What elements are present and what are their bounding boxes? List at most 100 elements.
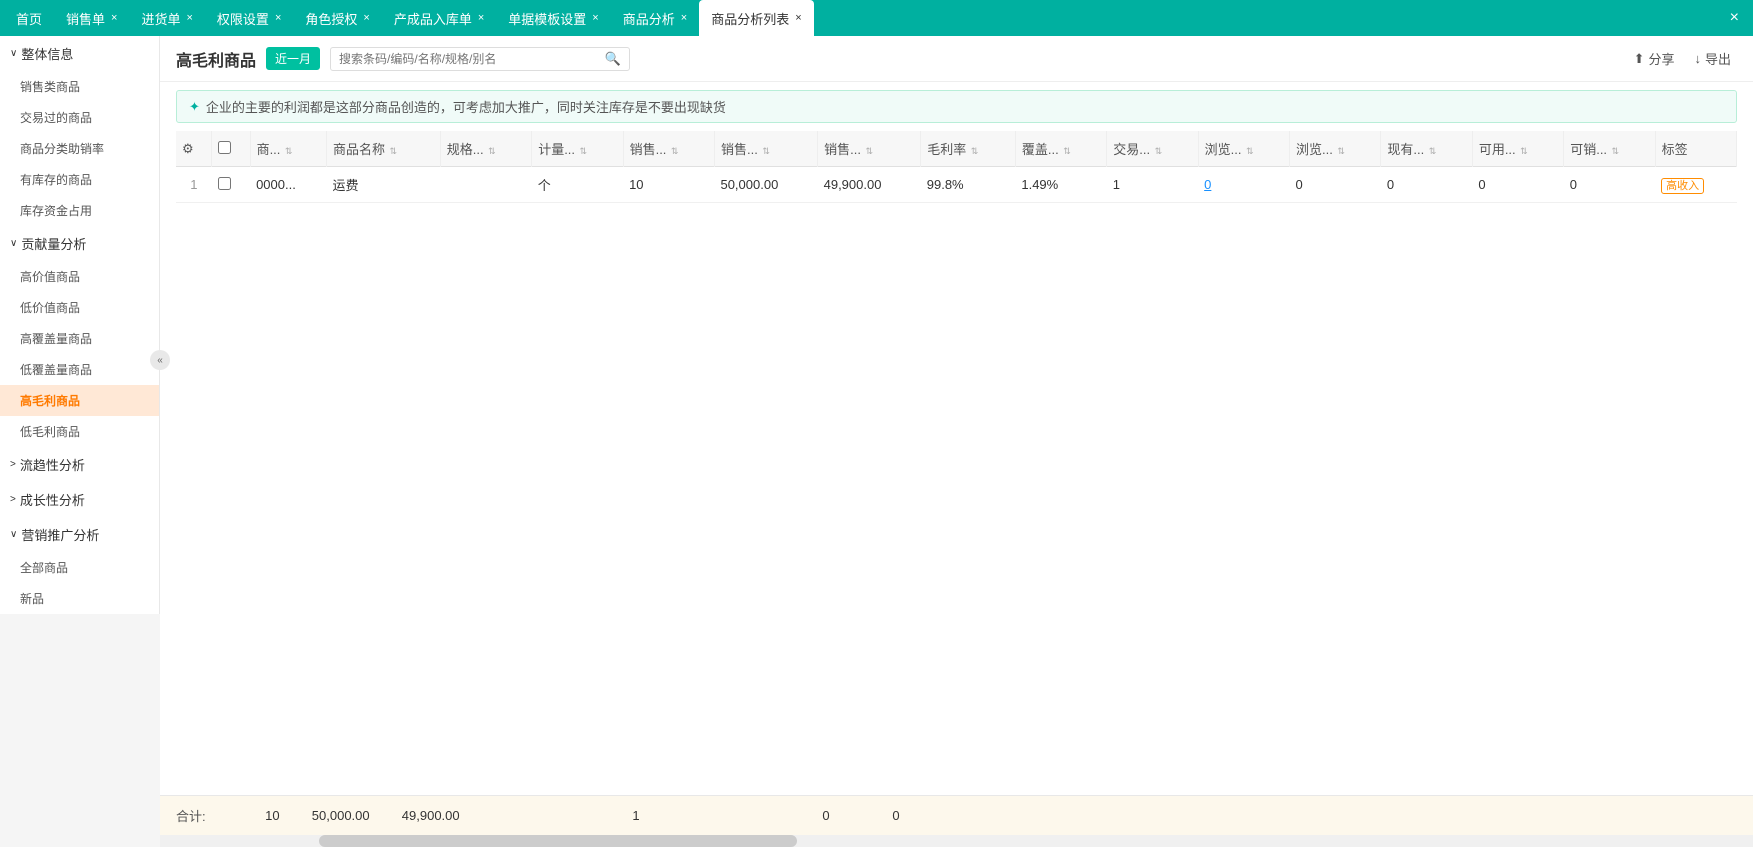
- footer-cell: 49,900.00: [376, 808, 466, 823]
- close-all-button[interactable]: ×: [1720, 9, 1749, 27]
- export-button[interactable]: ↓ 导出: [1688, 46, 1737, 71]
- select-all-checkbox[interactable]: [218, 141, 231, 154]
- sort-icon-spec: ⇅: [486, 146, 496, 156]
- search-box: 🔍: [330, 47, 630, 71]
- sidebar-item-全部商品[interactable]: 全部商品: [0, 552, 159, 583]
- nav-close-icon[interactable]: ×: [363, 12, 369, 24]
- sidebar-item-低价值商品[interactable]: 低价值商品: [0, 292, 159, 323]
- sidebar-section-arrow: >: [10, 459, 16, 470]
- footer-scrollbar[interactable]: [160, 835, 1753, 847]
- nav-item-角色授权[interactable]: 角色授权×: [293, 0, 381, 36]
- content-area: 高毛利商品 近一月 🔍 ⬆ 分享 ↓ 导出 ✦ 企业的主要的利润都是这部分商品创…: [160, 36, 1753, 847]
- main-layout: ∨整体信息销售类商品交易过的商品商品分类助销率有库存的商品库存资金占用∨贡献量分…: [0, 36, 1753, 847]
- col-header-checkbox: [212, 131, 250, 167]
- footer-cell: 10: [226, 808, 286, 823]
- nav-item-销售单[interactable]: 销售单×: [54, 0, 129, 36]
- sort-icon-salesAmount: ⇅: [760, 146, 770, 156]
- sidebar-section-整体信息[interactable]: ∨整体信息: [0, 36, 159, 71]
- nav-item-商品分析列表[interactable]: 商品分析列表×: [699, 0, 813, 36]
- nav-item-产成品入库单[interactable]: 产成品入库单×: [382, 0, 496, 36]
- nav-close-icon[interactable]: ×: [275, 12, 281, 24]
- footer-cell: [526, 808, 586, 823]
- table-container[interactable]: ⚙商... ⇅商品名称 ⇅规格... ⇅计量... ⇅销售... ⇅销售... …: [160, 131, 1753, 795]
- browse-link[interactable]: 0: [1204, 177, 1211, 192]
- nav-close-icon[interactable]: ×: [478, 12, 484, 24]
- sort-icon-saleStock: ⇅: [1609, 146, 1619, 156]
- col-header-salesCost[interactable]: 销售... ⇅: [818, 131, 921, 167]
- col-header-name[interactable]: 商品名称 ⇅: [327, 131, 441, 167]
- sort-icon-availStock: ⇅: [1518, 146, 1528, 156]
- nav-item-进货单[interactable]: 进货单×: [129, 0, 204, 36]
- nav-close-icon[interactable]: ×: [111, 12, 117, 24]
- nav-item-商品分析[interactable]: 商品分析×: [611, 0, 699, 36]
- sort-icon-coverage: ⇅: [1061, 146, 1071, 156]
- nav-item-首页[interactable]: 首页: [4, 0, 54, 36]
- nav-close-icon[interactable]: ×: [681, 12, 687, 24]
- cell-name: 运费: [327, 167, 441, 203]
- sort-icon-browse1: ⇅: [1243, 146, 1253, 156]
- cell-num: 1: [176, 167, 212, 203]
- cell-checkbox: [212, 167, 250, 203]
- sidebar-item-商品分类助销率[interactable]: 商品分类助销率: [0, 133, 159, 164]
- share-button[interactable]: ⬆ 分享: [1628, 46, 1681, 71]
- nav-close-icon[interactable]: ×: [592, 12, 598, 24]
- sidebar-collapse-button[interactable]: «: [150, 350, 170, 370]
- sidebar-item-低覆盖量商品[interactable]: 低覆盖量商品: [0, 354, 159, 385]
- sidebar-section-成长性分析[interactable]: >成长性分析: [0, 482, 159, 517]
- cell-salesCost: 49,900.00: [818, 167, 921, 203]
- footer-label: 合计:: [176, 806, 206, 825]
- cell-code: 0000...: [250, 167, 326, 203]
- sort-icon-salesCost: ⇅: [863, 146, 873, 156]
- search-input[interactable]: [339, 52, 605, 66]
- sidebar-section-贡献量分析[interactable]: ∨贡献量分析: [0, 226, 159, 261]
- nav-close-icon[interactable]: ×: [186, 12, 192, 24]
- footer-total: 合计: 1050,000.0049,900.00100: [160, 795, 1753, 835]
- footer-cell: 0: [836, 808, 906, 823]
- share-label: 分享: [1648, 49, 1674, 68]
- sidebar-item-高毛利商品[interactable]: 高毛利商品: [0, 385, 159, 416]
- sidebar-item-交易过的商品[interactable]: 交易过的商品: [0, 102, 159, 133]
- sidebar-section-arrow: ∨: [10, 48, 17, 59]
- sidebar-section-流趋性分析[interactable]: >流趋性分析: [0, 447, 159, 482]
- export-label: 导出: [1705, 49, 1731, 68]
- sidebar-item-高覆盖量商品[interactable]: 高覆盖量商品: [0, 323, 159, 354]
- col-header-salesAmount[interactable]: 销售... ⇅: [714, 131, 817, 167]
- col-header-unit[interactable]: 计量... ⇅: [532, 131, 623, 167]
- col-header-grossRate[interactable]: 毛利率 ⇅: [921, 131, 1016, 167]
- nav-close-icon[interactable]: ×: [795, 12, 801, 24]
- sidebar-wrapper: ∨整体信息销售类商品交易过的商品商品分类助销率有库存的商品库存资金占用∨贡献量分…: [0, 36, 160, 847]
- sidebar-item-低毛利商品[interactable]: 低毛利商品: [0, 416, 159, 447]
- filter-recent-month-button[interactable]: 近一月: [266, 47, 320, 70]
- cell-grossRate: 99.8%: [921, 167, 1016, 203]
- cell-coverage: 1.49%: [1015, 167, 1106, 203]
- sidebar-item-高价值商品[interactable]: 高价值商品: [0, 261, 159, 292]
- col-header-tradeCount[interactable]: 交易... ⇅: [1107, 131, 1198, 167]
- nav-item-单据模板设置[interactable]: 单据模板设置×: [496, 0, 610, 36]
- nav-item-权限设置[interactable]: 权限设置×: [205, 0, 293, 36]
- sidebar-item-有库存的商品[interactable]: 有库存的商品: [0, 164, 159, 195]
- col-header-coverage[interactable]: 覆盖... ⇅: [1015, 131, 1106, 167]
- sidebar-section-营销推广分析[interactable]: ∨营销推广分析: [0, 517, 159, 552]
- col-header-availStock[interactable]: 可用... ⇅: [1472, 131, 1563, 167]
- row-checkbox[interactable]: [218, 177, 231, 190]
- col-header-currentStock[interactable]: 现有... ⇅: [1381, 131, 1472, 167]
- sidebar-item-销售类商品[interactable]: 销售类商品: [0, 71, 159, 102]
- col-header-browse1[interactable]: 浏览... ⇅: [1198, 131, 1289, 167]
- col-header-code[interactable]: 商... ⇅: [250, 131, 326, 167]
- col-header-spec[interactable]: 规格... ⇅: [440, 131, 531, 167]
- col-header-settings: ⚙: [176, 131, 212, 167]
- sort-icon-salesQty: ⇅: [668, 146, 678, 156]
- footer-cell: [466, 808, 526, 823]
- sidebar-section-label: 贡献量分析: [21, 234, 86, 253]
- col-header-saleStock[interactable]: 可销... ⇅: [1564, 131, 1655, 167]
- sort-icon-tradeCount: ⇅: [1152, 146, 1162, 156]
- sidebar-item-新品[interactable]: 新品: [0, 583, 159, 614]
- sidebar-item-库存资金占用[interactable]: 库存资金占用: [0, 195, 159, 226]
- cell-currentStock: 0: [1381, 167, 1472, 203]
- col-header-salesQty[interactable]: 销售... ⇅: [623, 131, 714, 167]
- sidebar-section-arrow: ∨: [10, 529, 17, 540]
- col-header-browse2[interactable]: 浏览... ⇅: [1290, 131, 1381, 167]
- cell-salesQty: 10: [623, 167, 714, 203]
- cell-unit: 个: [532, 167, 623, 203]
- search-icon[interactable]: 🔍: [605, 51, 621, 67]
